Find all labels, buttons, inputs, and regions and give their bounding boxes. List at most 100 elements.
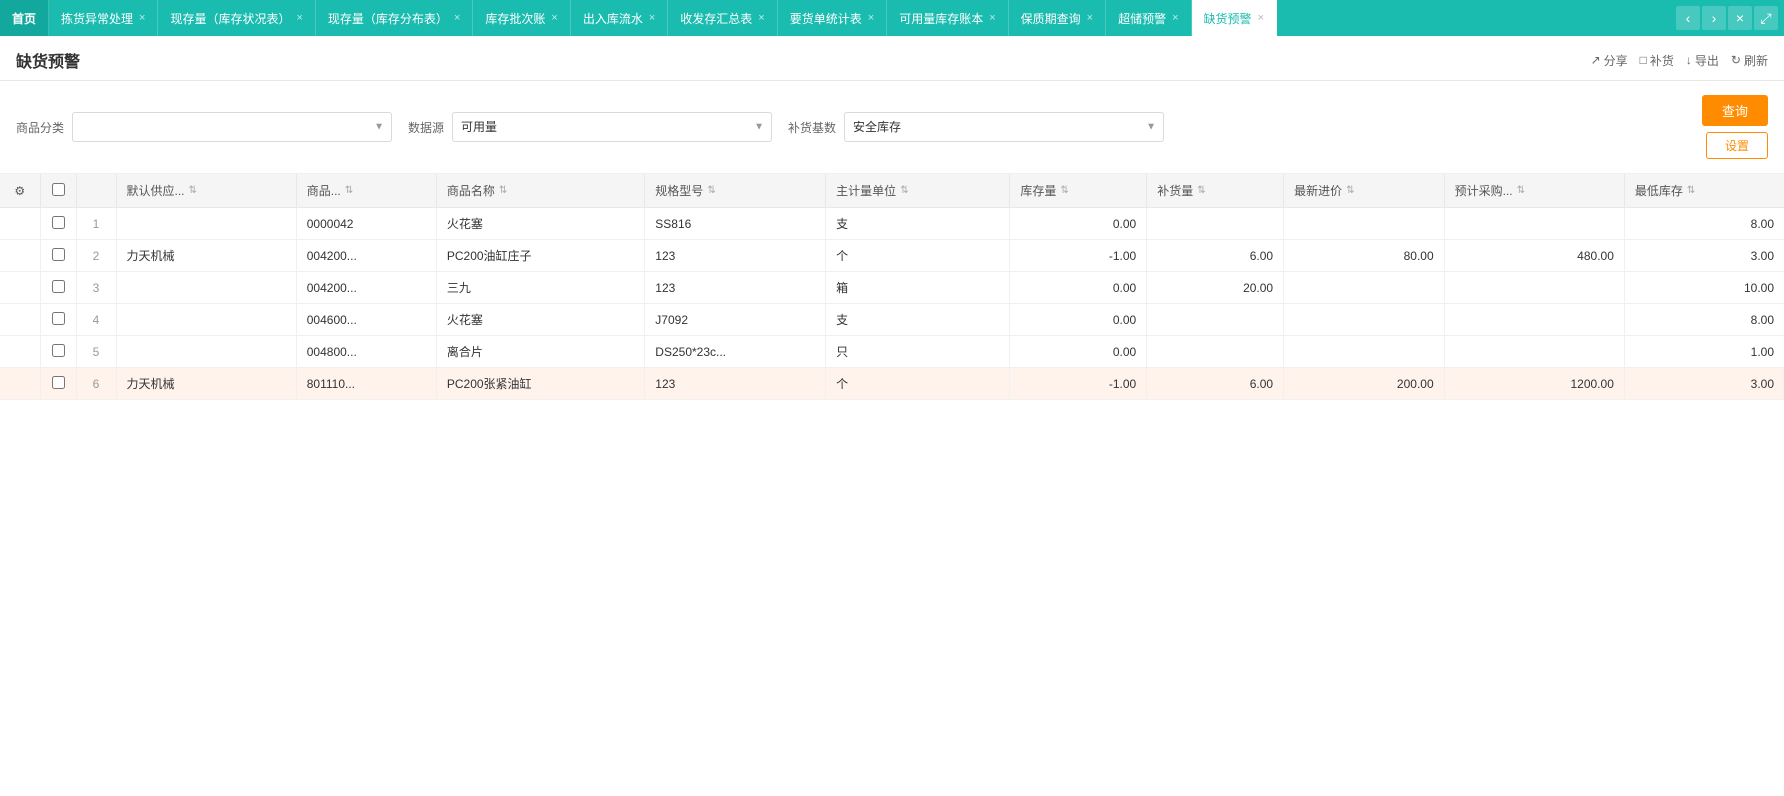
nav-close-button[interactable]: × (1728, 6, 1752, 30)
replenish-icon: □ (1640, 53, 1647, 67)
query-button[interactable]: 查询 (1702, 95, 1768, 126)
table-row[interactable]: 3 004200... 三九 123 箱 0.00 20.00 10.00 (0, 272, 1784, 304)
row-checkbox-5[interactable] (52, 376, 65, 389)
close-batch-account-icon[interactable]: × (551, 12, 557, 24)
replenish-base-select[interactable]: 安全库存 (844, 112, 1164, 142)
cell-stock-1: -1.00 (1010, 240, 1147, 272)
cell-spec-4: DS250*23c... (645, 336, 826, 368)
th-min-stock-sort-icon: ⇅ (1687, 185, 1695, 196)
row-checkbox-4[interactable] (52, 344, 65, 357)
datasource-select[interactable]: 可用量 (452, 112, 772, 142)
tab-shortage[interactable]: 缺货预警 × (1192, 0, 1277, 36)
cell-settings-4 (0, 336, 40, 368)
datasource-filter-group: 数据源 可用量 ▼ (408, 112, 772, 142)
cell-stock-0: 0.00 (1010, 208, 1147, 240)
th-code-sort-icon: ⇅ (345, 185, 353, 196)
row-checkbox-0[interactable] (52, 216, 65, 229)
th-name[interactable]: 商品名称 ⇅ (436, 174, 644, 208)
column-settings-icon[interactable]: ⚙ (14, 184, 25, 198)
cell-min-stock-4: 1.00 (1624, 336, 1784, 368)
tab-exception[interactable]: 拣货异常处理 × (49, 0, 158, 36)
close-inout-flow-icon[interactable]: × (649, 12, 655, 24)
share-button[interactable]: ↗ 分享 (1591, 52, 1628, 69)
close-inventory-dist-icon[interactable]: × (454, 12, 460, 24)
tab-expiry-query[interactable]: 保质期查询 × (1009, 0, 1106, 36)
th-replenish-label: 补货量 (1157, 182, 1193, 199)
table-row[interactable]: 5 004800... 离合片 DS250*23c... 只 0.00 1.00 (0, 336, 1784, 368)
tab-requisition-stats[interactable]: 要货单统计表 × (778, 0, 887, 36)
row-checkbox-2[interactable] (52, 280, 65, 293)
tab-inventory-dist[interactable]: 现存量（库存分布表） × (316, 0, 473, 36)
settings-button[interactable]: 设置 (1706, 132, 1768, 159)
cell-min-stock-3: 8.00 (1624, 304, 1784, 336)
table-row[interactable]: 6 力天机械 801110... PC200张紧油缸 123 个 -1.00 6… (0, 368, 1784, 400)
th-spec[interactable]: 规格型号 ⇅ (645, 174, 826, 208)
tab-inout-flow[interactable]: 出入库流水 × (571, 0, 668, 36)
close-available-ledger-icon[interactable]: × (989, 12, 995, 24)
table-row[interactable]: 2 力天机械 004200... PC200油缸庄子 123 个 -1.00 6… (0, 240, 1784, 272)
category-label: 商品分类 (16, 119, 64, 136)
th-code[interactable]: 商品... ⇅ (296, 174, 436, 208)
cell-settings-0 (0, 208, 40, 240)
export-button[interactable]: ↓ 导出 (1686, 52, 1719, 69)
cell-latest-price-3 (1284, 304, 1445, 336)
close-exception-icon[interactable]: × (139, 12, 145, 24)
cell-settings-2 (0, 272, 40, 304)
close-overstock-icon[interactable]: × (1172, 12, 1178, 24)
category-select[interactable] (72, 112, 392, 142)
th-est-purchase[interactable]: 预计采购... ⇅ (1444, 174, 1624, 208)
close-requisition-stats-icon[interactable]: × (868, 12, 874, 24)
tab-collect-summary[interactable]: 收发存汇总表 × (668, 0, 777, 36)
cell-check-0[interactable] (40, 208, 76, 240)
close-inventory-status-icon[interactable]: × (296, 12, 302, 24)
tab-batch-account[interactable]: 库存批次账 × (473, 0, 570, 36)
th-settings[interactable]: ⚙ (0, 174, 40, 208)
nav-next-button[interactable]: › (1702, 6, 1726, 30)
cell-index-1: 2 (76, 240, 116, 272)
th-supplier-sort-icon: ⇅ (189, 185, 197, 196)
table-wrap: ⚙ 默认供应... ⇅ 商品... (0, 174, 1784, 400)
th-supplier[interactable]: 默认供应... ⇅ (116, 174, 296, 208)
tab-available-ledger-label: 可用量库存账本 (899, 10, 983, 27)
select-all-checkbox[interactable] (52, 183, 65, 196)
cell-supplier-5: 力天机械 (116, 368, 296, 400)
cell-check-5[interactable] (40, 368, 76, 400)
share-icon: ↗ (1591, 53, 1601, 67)
category-filter-group: 商品分类 ▼ (16, 112, 392, 142)
th-replenish[interactable]: 补货量 ⇅ (1147, 174, 1284, 208)
refresh-button[interactable]: ↻ 刷新 (1731, 52, 1768, 69)
close-expiry-query-icon[interactable]: × (1087, 12, 1093, 24)
tab-overstock[interactable]: 超储预警 × (1106, 0, 1191, 36)
cell-check-1[interactable] (40, 240, 76, 272)
cell-spec-2: 123 (645, 272, 826, 304)
row-checkbox-3[interactable] (52, 312, 65, 325)
cell-check-4[interactable] (40, 336, 76, 368)
th-unit[interactable]: 主计量单位 ⇅ (826, 174, 1010, 208)
tab-home[interactable]: 首页 (0, 0, 49, 36)
tab-requisition-stats-label: 要货单统计表 (790, 10, 862, 27)
th-latest-price[interactable]: 最新进价 ⇅ (1284, 174, 1445, 208)
tab-inventory-dist-label: 现存量（库存分布表） (328, 10, 448, 27)
th-stock[interactable]: 库存量 ⇅ (1010, 174, 1147, 208)
cell-est-purchase-4 (1444, 336, 1624, 368)
nav-prev-button[interactable]: ‹ (1676, 6, 1700, 30)
cell-spec-0: SS816 (645, 208, 826, 240)
nav-maximize-button[interactable]: ⤢ (1754, 6, 1778, 30)
close-collect-summary-icon[interactable]: × (758, 12, 764, 24)
cell-code-1: 004200... (296, 240, 436, 272)
cell-check-2[interactable] (40, 272, 76, 304)
tab-available-ledger[interactable]: 可用量库存账本 × (887, 0, 1008, 36)
cell-min-stock-0: 8.00 (1624, 208, 1784, 240)
row-checkbox-1[interactable] (52, 248, 65, 261)
filter-bar: 商品分类 ▼ 数据源 可用量 ▼ 补货基数 安全库存 (0, 81, 1784, 174)
th-min-stock[interactable]: 最低库存 ⇅ (1624, 174, 1784, 208)
replenish-button[interactable]: □ 补货 (1640, 52, 1674, 69)
table-row[interactable]: 4 004600... 火花塞 J7092 支 0.00 8.00 (0, 304, 1784, 336)
header-actions: ↗ 分享 □ 补货 ↓ 导出 ↻ 刷新 (1591, 52, 1768, 69)
close-shortage-icon[interactable]: × (1258, 12, 1264, 24)
cell-check-3[interactable] (40, 304, 76, 336)
table-row[interactable]: 1 0000042 火花塞 SS816 支 0.00 8.00 (0, 208, 1784, 240)
nav-controls: ‹ › × ⤢ (1670, 6, 1784, 30)
tab-inventory-status[interactable]: 现存量（库存状况表） × (158, 0, 315, 36)
th-check (40, 174, 76, 208)
